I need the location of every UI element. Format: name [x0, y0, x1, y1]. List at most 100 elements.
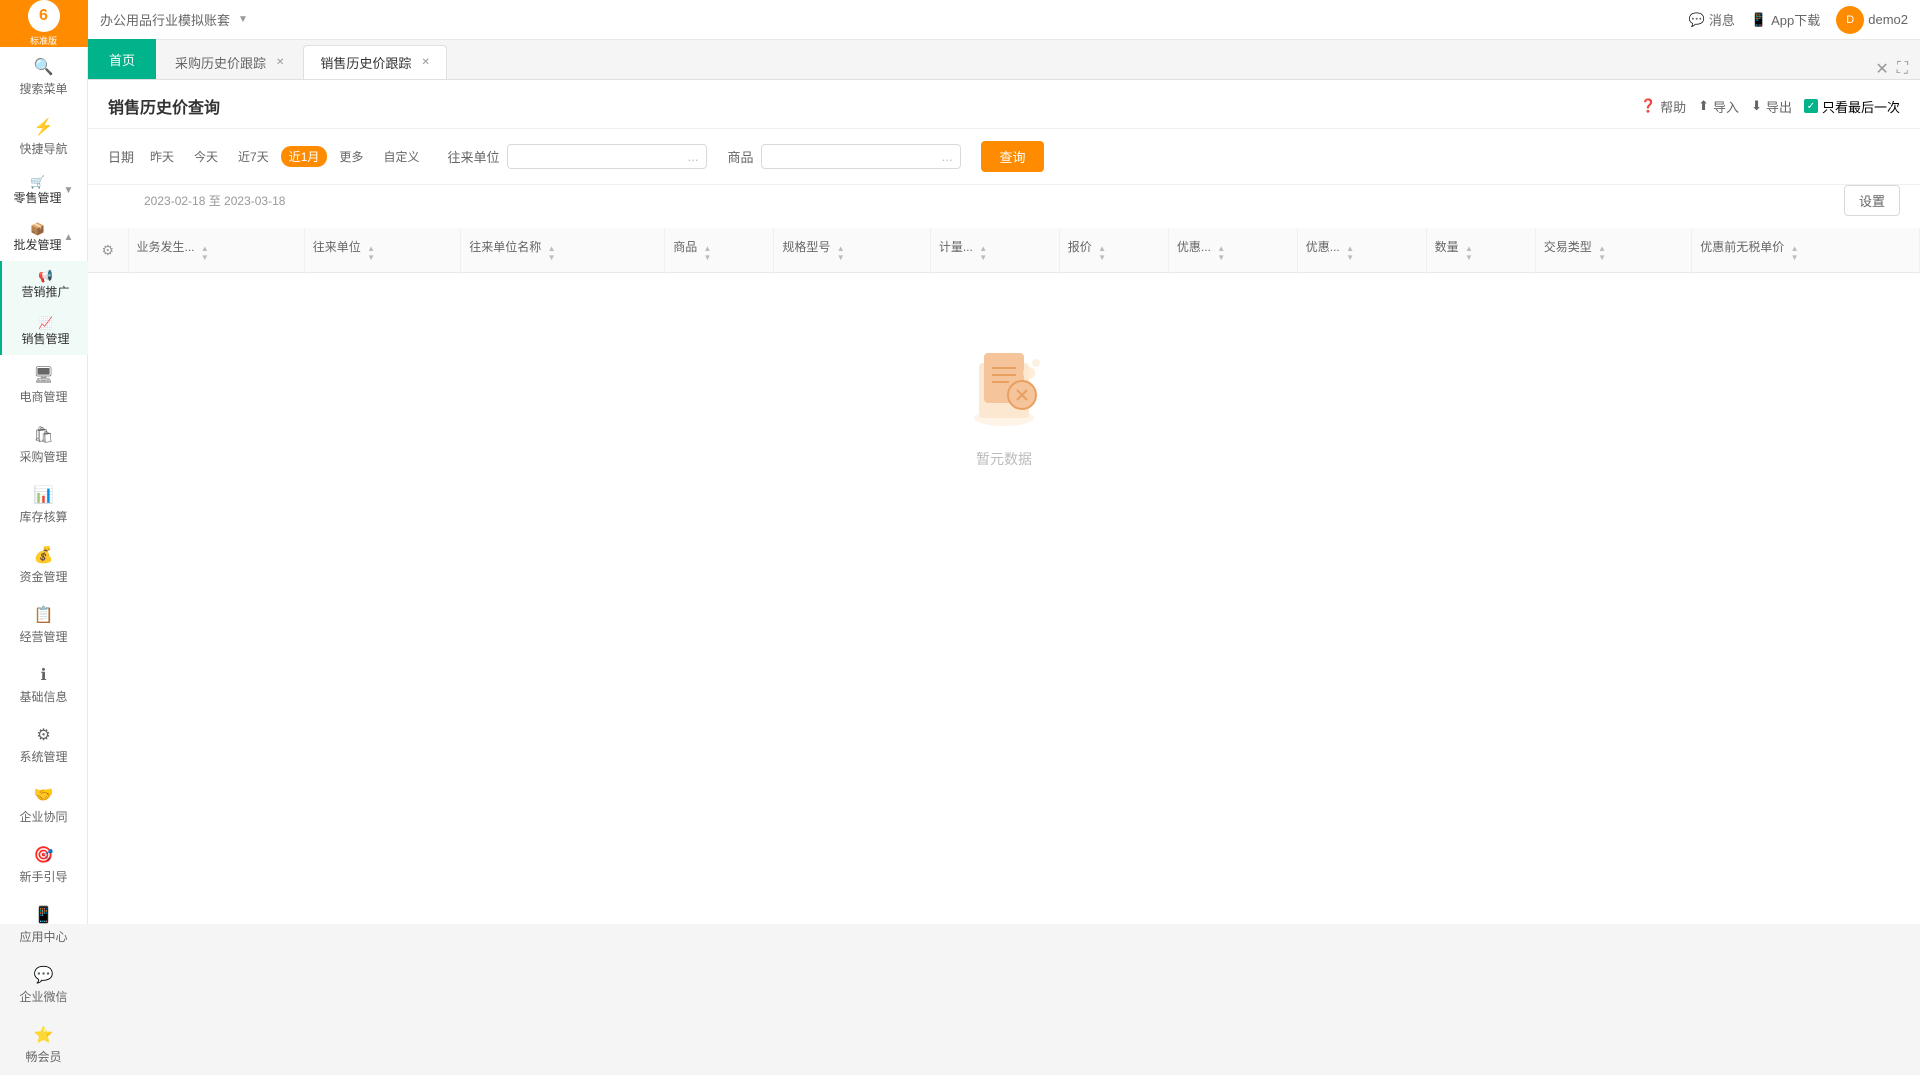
sidebar-item-purchase-mgmt[interactable]: 🛍 采购管理 — [0, 415, 88, 475]
sidebar-item-retail-mgmt[interactable]: 🛒 零售管理 ▼ — [0, 167, 88, 214]
date-range-display: 2023-02-18 至 2023-03-18 — [144, 194, 285, 208]
sidebar-item-ecommerce[interactable]: 🖥 电商管理 — [0, 355, 88, 415]
cooperation-icon: 🤝 — [4, 785, 84, 805]
date-filter-group: 日期 昨天 今天 近7天 近1月 更多 自定义 — [108, 146, 427, 167]
sidebar-item-label: 库存核算 — [4, 508, 84, 525]
header-left: 办公用品行业模拟账套 ▼ — [100, 10, 248, 29]
sidebar-item-operations[interactable]: 📋 经营管理 — [0, 595, 88, 655]
tab-home[interactable]: 首页 — [88, 39, 156, 79]
sidebar-item-cooperation[interactable]: 🤝 企业协同 — [0, 775, 88, 835]
col-trade-type-label: 交易类型 — [1544, 240, 1592, 254]
guide-icon: 🎯 — [4, 845, 84, 865]
sidebar-item-label: 采购管理 — [4, 448, 84, 465]
sidebar-item-wholesale-mgmt[interactable]: 📦 批发管理 ▲ — [0, 214, 88, 261]
sort-discount2-icon: ▲▼ — [1346, 245, 1354, 262]
account-selector[interactable]: 办公用品行业模拟账套 — [100, 10, 230, 29]
sidebar-item-basic-info[interactable]: ℹ 基础信息 — [0, 655, 88, 715]
col-product[interactable]: 商品 ▲▼ — [665, 228, 774, 273]
import-btn[interactable]: ⬆ 导入 — [1698, 97, 1739, 116]
app-logo[interactable]: 6 标准版 — [0, 0, 88, 47]
finance-icon: 💰 — [4, 545, 84, 565]
partner-dots: ... — [688, 149, 699, 164]
sort-qty-icon: ▲▼ — [1465, 245, 1473, 262]
sidebar-item-label: 企业协同 — [4, 808, 84, 825]
sidebar-item-guide[interactable]: 🎯 新手引导 — [0, 835, 88, 895]
basic-info-icon: ℹ — [4, 665, 84, 685]
sidebar-item-system[interactable]: ⚙ 系统管理 — [0, 715, 88, 775]
sidebar-item-label: 基础信息 — [4, 688, 84, 705]
import-icon: ⬆ — [1698, 98, 1709, 114]
col-spec-label: 规格型号 — [782, 240, 830, 254]
empty-text: 暂元数据 — [976, 449, 1032, 469]
chevron-up-icon: ▲ — [64, 232, 74, 243]
tab-close-all-icon[interactable]: ✕ — [1875, 59, 1888, 79]
sidebar-item-sales-mgmt[interactable]: 📈 销售管理 — [2, 308, 90, 355]
col-trade-type[interactable]: 交易类型 ▲▼ — [1535, 228, 1692, 273]
yesterday-btn[interactable]: 昨天 — [142, 146, 182, 167]
col-discount1[interactable]: 优惠... ▲▼ — [1168, 228, 1297, 273]
col-partner-code[interactable]: 往来单位 ▲▼ — [304, 228, 461, 273]
col-pretax-price[interactable]: 优惠前无税单价 ▲▼ — [1692, 228, 1920, 273]
sidebar-item-finance[interactable]: 💰 资金管理 — [0, 535, 88, 595]
page-title: 销售历史价查询 — [108, 94, 220, 118]
tab-sales-close[interactable]: ✕ — [421, 57, 429, 68]
sidebar-item-label: 新手引导 — [4, 868, 84, 885]
setting-button[interactable]: 设置 — [1844, 185, 1900, 216]
purchase-icon: 🛍 — [4, 425, 84, 445]
user-profile[interactable]: D demo2 — [1836, 6, 1908, 34]
tab-purchase-label: 采购历史价跟踪 — [175, 53, 266, 72]
content-area: 销售历史价查询 ❓ 帮助 ⬆ 导入 ⬇ 导出 ✓ 只看最后一次 — [88, 80, 1920, 924]
page-header: 销售历史价查询 ❓ 帮助 ⬆ 导入 ⬇ 导出 ✓ 只看最后一次 — [88, 80, 1920, 129]
col-biz-date[interactable]: 业务发生... ▲▼ — [128, 228, 304, 273]
sidebar-item-member[interactable]: ⭐ 畅会员 — [0, 1015, 88, 1075]
export-btn[interactable]: ⬇ 导出 — [1751, 97, 1792, 116]
table-settings-icon[interactable]: ⚙ — [101, 242, 114, 258]
col-quoted-price[interactable]: 报价 ▲▼ — [1059, 228, 1168, 273]
partner-filter-group: 往来单位 ... — [447, 144, 707, 169]
sidebar-item-app-center[interactable]: 📱 应用中心 — [0, 895, 88, 955]
col-pretax-price-label: 优惠前无税单价 — [1700, 240, 1784, 254]
dropdown-arrow-icon[interactable]: ▼ — [238, 14, 248, 25]
sidebar-item-label: 营销推广 — [6, 283, 86, 300]
sidebar-item-quick-nav[interactable]: ⚡ 快捷导航 — [0, 107, 88, 167]
col-discount2[interactable]: 优惠... ▲▼ — [1297, 228, 1426, 273]
sidebar-item-label: 快捷导航 — [4, 140, 84, 157]
product-input[interactable]: ... — [761, 144, 961, 169]
app-download-btn[interactable]: 📱 App下载 — [1751, 10, 1820, 29]
logo-icon: 6 — [28, 0, 60, 32]
operations-icon: 📋 — [4, 605, 84, 625]
help-btn[interactable]: ❓ 帮助 — [1640, 97, 1686, 116]
product-dots: ... — [942, 149, 953, 164]
custom-btn[interactable]: 自定义 — [375, 146, 427, 167]
tab-purchase-close[interactable]: ✕ — [276, 57, 284, 68]
sidebar-item-wechat[interactable]: 💬 企业微信 — [0, 955, 88, 1015]
last1m-btn[interactable]: 近1月 — [281, 146, 328, 167]
tab-sales[interactable]: 销售历史价跟踪 ✕ — [303, 45, 446, 79]
only-last-checkbox[interactable]: ✓ 只看最后一次 — [1804, 97, 1900, 116]
message-label: 消息 — [1709, 10, 1735, 29]
export-icon: ⬇ — [1751, 98, 1762, 114]
search-button[interactable]: 查询 — [981, 141, 1043, 172]
sidebar: 6 标准版 🔍 搜索菜单 ⚡ 快捷导航 🛒 零售管理 ▼ 📦 批发管理 ▲ 📢 … — [0, 0, 88, 924]
tab-purchase[interactable]: 采购历史价跟踪 ✕ — [158, 45, 301, 79]
more-btn[interactable]: 更多 — [331, 146, 371, 167]
member-icon: ⭐ — [4, 1025, 84, 1045]
col-spec[interactable]: 规格型号 ▲▼ — [774, 228, 931, 273]
today-btn[interactable]: 今天 — [186, 146, 226, 167]
app-download-label: App下载 — [1771, 10, 1820, 29]
tab-fullscreen-icon[interactable]: ⛶ — [1897, 60, 1908, 78]
partner-input[interactable]: ... — [507, 144, 707, 169]
sidebar-item-inventory[interactable]: 📊 库存核算 — [0, 475, 88, 535]
col-unit[interactable]: 计量... ▲▼ — [930, 228, 1059, 273]
col-partner-name[interactable]: 往来单位名称 ▲▼ — [461, 228, 665, 273]
message-btn[interactable]: 💬 消息 — [1689, 10, 1735, 29]
sidebar-item-label: 经营管理 — [4, 628, 84, 645]
sidebar-item-marketing[interactable]: 📢 营销推广 — [2, 261, 90, 308]
sidebar-item-label: 销售管理 — [6, 330, 86, 347]
page-actions: ❓ 帮助 ⬆ 导入 ⬇ 导出 ✓ 只看最后一次 — [1640, 97, 1900, 116]
inventory-icon: 📊 — [4, 485, 84, 505]
last7-btn[interactable]: 近7天 — [230, 146, 277, 167]
sidebar-item-search-menu[interactable]: 🔍 搜索菜单 — [0, 47, 88, 107]
table-settings-col[interactable]: ⚙ — [88, 228, 128, 273]
col-qty[interactable]: 数量 ▲▼ — [1426, 228, 1535, 273]
